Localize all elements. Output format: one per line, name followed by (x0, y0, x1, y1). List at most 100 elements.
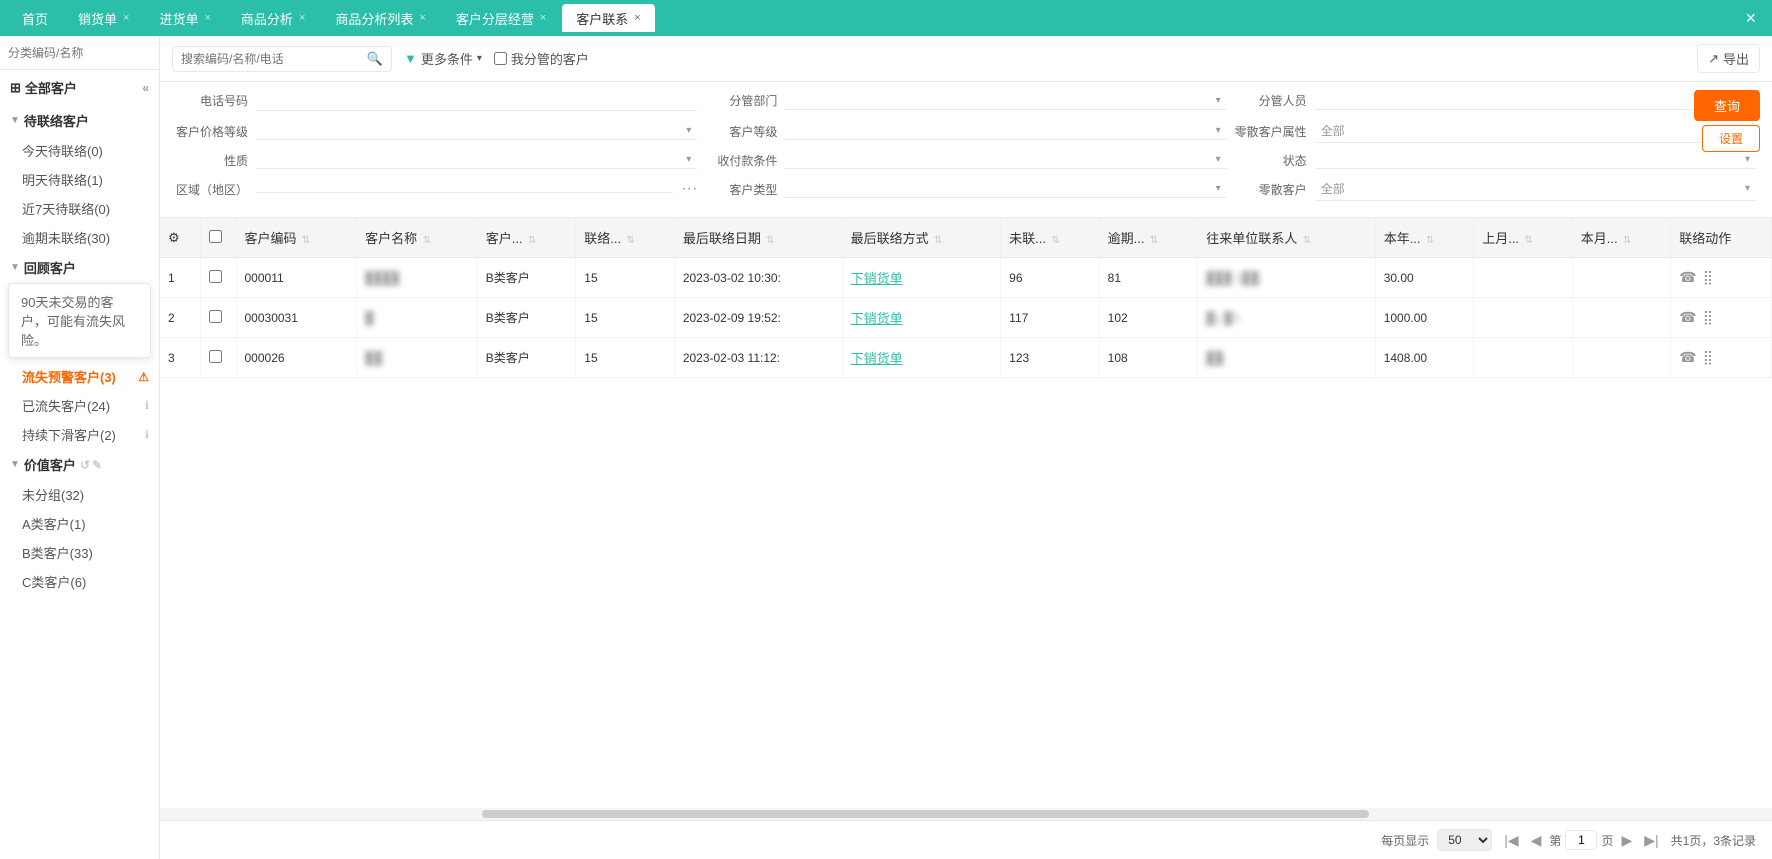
more-conditions-button[interactable]: ▼ 更多条件 ▾ (404, 49, 482, 68)
sidebar-search-input[interactable] (8, 46, 160, 60)
filter-retail-attr: 零散客户属性 全部 ▾ (1235, 119, 1756, 143)
last-page-button[interactable]: ▶| (1640, 830, 1662, 851)
collapse-icon[interactable]: « (142, 81, 149, 95)
sidebar-group-pending[interactable]: ▼ 待联络客户 (0, 105, 159, 136)
row-last-method[interactable]: 下销货单 (842, 338, 1001, 378)
tab-customer-tier[interactable]: 客户分层经营 × (442, 4, 560, 32)
search-button[interactable]: 🔍 (367, 51, 383, 67)
row-select-checkbox[interactable] (209, 270, 222, 283)
my-customers-check[interactable] (494, 52, 507, 65)
contact-icon[interactable]: ☎ (1679, 309, 1696, 326)
filter-nature-select[interactable]: ▾ (256, 151, 697, 169)
sidebar-root[interactable]: ⊞ 全部客户 « (0, 70, 159, 105)
search-input[interactable] (181, 52, 367, 66)
col-checkbox[interactable] (200, 218, 236, 258)
col-settings[interactable]: ⚙ (160, 218, 200, 258)
prev-page-button[interactable]: ◀ (1527, 830, 1546, 851)
row-checkbox[interactable] (200, 338, 236, 378)
close-icon[interactable]: × (299, 12, 305, 24)
select-all-checkbox[interactable] (209, 230, 222, 243)
filter-phone-input[interactable] (256, 90, 697, 111)
more-action-icon[interactable]: ⣿ (1703, 269, 1713, 286)
query-button[interactable]: 查询 (1694, 90, 1760, 121)
table-container: ⚙ 客户编码 ⇅ 客户名称 ⇅ (160, 218, 1772, 808)
edit-icon[interactable]: ✎ (92, 458, 102, 472)
close-icon[interactable]: × (540, 12, 546, 24)
sidebar-item-declining[interactable]: 持续下滑客户(2) ℹ (0, 420, 159, 449)
row-unlink-days: 96 (1001, 258, 1100, 298)
first-page-button[interactable]: |◀ (1500, 830, 1522, 851)
sidebar-item-week[interactable]: 近7天待联络(0) (0, 194, 159, 223)
sidebar-group-review[interactable]: ▼ 回顾客户 (0, 252, 159, 283)
filter-customer-grade-select[interactable]: ▾ (785, 122, 1226, 140)
contact-icon[interactable]: ☎ (1679, 269, 1696, 286)
export-button[interactable]: ↗ 导出 (1697, 44, 1760, 73)
per-page-select[interactable]: 50 100 200 (1437, 829, 1492, 851)
filter-status-select[interactable]: ▾ (1315, 151, 1756, 169)
contact-icon[interactable]: ☎ (1679, 349, 1696, 366)
tab-product-analysis[interactable]: 商品分析 × (227, 4, 319, 32)
close-icon[interactable]: × (419, 12, 425, 24)
close-icon[interactable]: × (634, 12, 640, 24)
row-checkbox[interactable] (200, 298, 236, 338)
filter-customer-type: 客户类型 ▾ (705, 177, 1226, 201)
row-last-month (1474, 338, 1573, 378)
settings-button[interactable]: 设置 (1702, 125, 1760, 152)
sidebar-search-area: 🔍 (0, 36, 159, 70)
region-more-button[interactable]: ··· (681, 180, 697, 198)
filter-person-select[interactable]: ▾ (1315, 92, 1732, 110)
sidebar-item-churned[interactable]: 已流失客户(24) ℹ (0, 391, 159, 420)
refresh-icon[interactable]: ↺ (80, 458, 90, 472)
close-all-button[interactable]: × (1737, 8, 1764, 29)
col-this-month: 本月... ⇅ (1572, 218, 1671, 258)
tab-customer-contact[interactable]: 客户联系 × (562, 4, 654, 32)
sidebar-item-overdue[interactable]: 逾期未联络(30) (0, 223, 159, 252)
row-actions: ☎ ⣿ (1671, 298, 1772, 338)
tab-sales[interactable]: 销货单 × (64, 4, 143, 32)
row-last-method[interactable]: 下销货单 (842, 258, 1001, 298)
sidebar-item-a-class[interactable]: A类客户(1) (0, 509, 159, 538)
row-select-checkbox[interactable] (209, 350, 222, 363)
tab-home[interactable]: 首页 (8, 4, 62, 32)
horizontal-scrollbar[interactable] (160, 808, 1772, 820)
scrollbar-thumb[interactable] (482, 810, 1369, 818)
sort-icon: ⇅ (1623, 235, 1631, 246)
filter-region-select[interactable] (256, 186, 673, 193)
close-icon[interactable]: × (123, 12, 129, 24)
row-last-date: 2023-03-02 10:30: (674, 258, 842, 298)
filter-customer-type-select[interactable]: ▾ (785, 180, 1226, 198)
tab-purchase[interactable]: 进货单 × (145, 4, 224, 32)
row-last-method[interactable]: 下销货单 (842, 298, 1001, 338)
sidebar-group-value[interactable]: ▼ 价值客户 ↺ ✎ (0, 449, 159, 480)
sidebar-item-ungroup[interactable]: 未分组(32) (0, 480, 159, 509)
row-checkbox[interactable] (200, 258, 236, 298)
filter-retail-attr-select[interactable]: 全部 ▾ (1315, 119, 1756, 143)
filter-retail-select[interactable]: 全部 ▾ (1315, 177, 1756, 201)
sidebar-item-today[interactable]: 今天待联络(0) (0, 136, 159, 165)
filter-payment-select[interactable]: ▾ (785, 151, 1226, 169)
sort-icon: ⇅ (1524, 235, 1532, 246)
sidebar-item-churn-warning[interactable]: 流失预警客户(3) ⚠ (0, 362, 159, 391)
row-select-checkbox[interactable] (209, 310, 222, 323)
row-code: 000011 (236, 258, 357, 298)
sidebar-item-c-class[interactable]: C类客户(6) (0, 567, 159, 596)
row-this-month (1572, 298, 1671, 338)
page-input[interactable] (1565, 830, 1597, 850)
chevron-down-icon: ▾ (1745, 183, 1750, 194)
next-page-button[interactable]: ▶ (1617, 830, 1636, 851)
chevron-down-icon: ▾ (686, 154, 691, 165)
sort-icon: ⇅ (1426, 235, 1434, 246)
tab-product-analysis-list[interactable]: 商品分析列表 × (321, 4, 439, 32)
more-action-icon[interactable]: ⣿ (1703, 349, 1713, 366)
row-unlink-days: 117 (1001, 298, 1100, 338)
row-contact-count: 15 (576, 338, 675, 378)
sidebar-item-tomorrow[interactable]: 明天待联络(1) (0, 165, 159, 194)
close-icon[interactable]: × (204, 12, 210, 24)
sidebar-item-b-class[interactable]: B类客户(33) (0, 538, 159, 567)
my-customers-checkbox[interactable]: 我分管的客户 (494, 49, 589, 68)
sort-icon: ⇅ (528, 235, 536, 246)
filter-price-grade-select[interactable]: ▾ (256, 122, 697, 140)
more-action-icon[interactable]: ⣿ (1703, 309, 1713, 326)
chevron-down-icon: ▾ (1216, 154, 1221, 165)
filter-dept-select[interactable]: ▾ (785, 92, 1226, 110)
